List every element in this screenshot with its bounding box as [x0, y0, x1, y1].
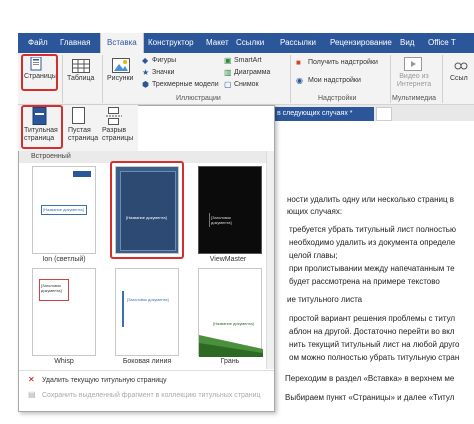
doc-line: будет рассмотрена на примере текстово [289, 277, 440, 286]
ribbon-tab-bar: Файл Главная Вставка Конструктор Макет С… [18, 33, 474, 53]
doc-line: аблон на другой. Достаточно перейти во в… [289, 327, 455, 336]
page-break-label-1[interactable]: Разрыв [102, 127, 126, 134]
icons-button[interactable]: Значки [152, 69, 174, 76]
screenshot-icon: ▢ [224, 80, 232, 89]
tab-office-tab[interactable]: Office T [428, 33, 456, 53]
tab-references[interactable]: Ссылки [236, 33, 264, 53]
gallery-section-title: Встроенный [31, 153, 71, 160]
3d-models-icon: ⬢ [142, 80, 149, 89]
group-illustrations-label: Иллюстрации [176, 95, 221, 102]
tab-mailings[interactable]: Рассылки [280, 33, 316, 53]
template-name: Whisp [54, 358, 74, 365]
separator [442, 55, 443, 103]
blank-page-label-1[interactable]: Пустая [68, 127, 91, 134]
doc-line: необходимо удалить из документа определе [289, 238, 456, 247]
template-placeholder-text: [Заголовок документа] [41, 283, 62, 293]
doc-line: Выбираем пункт «Страницы» и далее «Титул [285, 393, 455, 402]
shapes-icon: ◆ [142, 56, 149, 65]
save-to-gallery-item[interactable]: Сохранить выделенный фрагмент в коллекци… [42, 392, 261, 399]
smartart-icon: ▣ [224, 56, 232, 65]
remove-cover-page-item[interactable]: Удалить текущую титульную страницу [42, 377, 167, 384]
doc-line: ности удалить одну или несколько страниц… [287, 195, 455, 204]
store-icon: ■ [296, 58, 301, 67]
ribbon: Страницы Таблица Рисунки ◆ Фигуры ★ Знач… [18, 53, 474, 105]
selected-template-highlight [110, 161, 184, 259]
shapes-button[interactable]: Фигуры [152, 57, 176, 64]
tab-review[interactable]: Рецензирование [330, 33, 392, 53]
get-addins-button[interactable]: Получить надстройки [308, 59, 378, 66]
template-name: Боковая линия [122, 358, 172, 365]
screenshot-button[interactable]: Снимок [234, 81, 259, 88]
cover-template-sideline[interactable]: [Заголовок документа] [115, 268, 179, 356]
my-addins-button[interactable]: Мои надстройки [308, 77, 361, 84]
doc-line: ие титульного листа [287, 295, 363, 304]
table-button[interactable]: Таблица [67, 75, 94, 82]
template-name: Грань [220, 358, 240, 365]
online-video-button[interactable]: Видео из Интернета [396, 73, 432, 89]
template-placeholder-text: [Название документа] [213, 321, 254, 326]
cover-page-highlight[interactable] [21, 105, 63, 149]
gallery-scrollbar[interactable] [266, 151, 274, 369]
doc-line: ом можно полностью убрать титульную стра… [289, 353, 460, 362]
divider [19, 370, 274, 371]
separator [62, 55, 63, 103]
chart-icon: ▥ [224, 68, 232, 77]
save-selection-icon: ▤ [28, 390, 36, 399]
doc-line: нить текущий титульный лист на любой дру… [289, 340, 460, 349]
doc-line: ющих случаях: [287, 207, 343, 216]
template-name: ViewMaster [209, 256, 247, 263]
blank-page-label-2: страница [68, 135, 99, 142]
template-name: Ion (светлый) [42, 256, 86, 263]
doc-line: требуется убрать титульный лист полность… [289, 225, 456, 234]
doc-line: при пролистывании между напечатанным те [289, 264, 455, 273]
tab-layout[interactable]: Макет [206, 33, 229, 53]
new-tab-button[interactable] [376, 107, 392, 121]
template-placeholder-text: [Название документа] [43, 207, 84, 212]
cover-template-viewmaster[interactable]: [Заголовок документа] [198, 166, 262, 254]
doc-line: простой вариант решения проблемы с титул [289, 314, 456, 323]
separator [290, 55, 291, 103]
document-body: ности удалить одну или несколько страниц… [275, 121, 474, 424]
doc-line: целой главы; [289, 251, 338, 260]
separator [390, 55, 391, 103]
template-placeholder-text: [Заголовок документа] [127, 297, 169, 302]
template-placeholder-text: [Заголовок документа] [211, 215, 232, 225]
links-button[interactable]: Ссыл [450, 75, 468, 82]
my-addins-icon: ◉ [296, 76, 303, 85]
page-break-label-2: страницы [102, 135, 134, 142]
tab-home[interactable]: Главная [60, 33, 90, 53]
cover-template-ion-light[interactable]: [Название документа] [32, 166, 96, 254]
pages-highlight [21, 54, 58, 91]
pictures-button[interactable]: Рисунки [107, 75, 133, 82]
group-addins-label: Надстройки [318, 95, 357, 102]
cover-template-facet[interactable]: [Название документа] [198, 268, 263, 357]
tab-view[interactable]: Вид [400, 33, 414, 53]
smartart-button[interactable]: SmartArt [234, 57, 262, 64]
pages-submenu: Титульная страница Пустая страница Разры… [18, 105, 138, 151]
chart-button[interactable]: Диаграмма [234, 69, 270, 76]
3d-models-button[interactable]: Трехмерные модели [152, 81, 219, 88]
separator [102, 55, 103, 103]
tab-insert[interactable]: Вставка [100, 33, 144, 53]
tab-design[interactable]: Конструктор [148, 33, 194, 53]
delete-cover-icon: ✕ [28, 375, 35, 384]
tab-file[interactable]: Файл [28, 33, 48, 53]
doc-line: Переходим в раздел «Вставка» в верхнем м… [285, 374, 455, 383]
group-media-label: Мультимедиа [392, 95, 436, 102]
cover-template-whisp[interactable]: [Заголовок документа] [32, 268, 96, 356]
icons-icon: ★ [142, 68, 150, 77]
